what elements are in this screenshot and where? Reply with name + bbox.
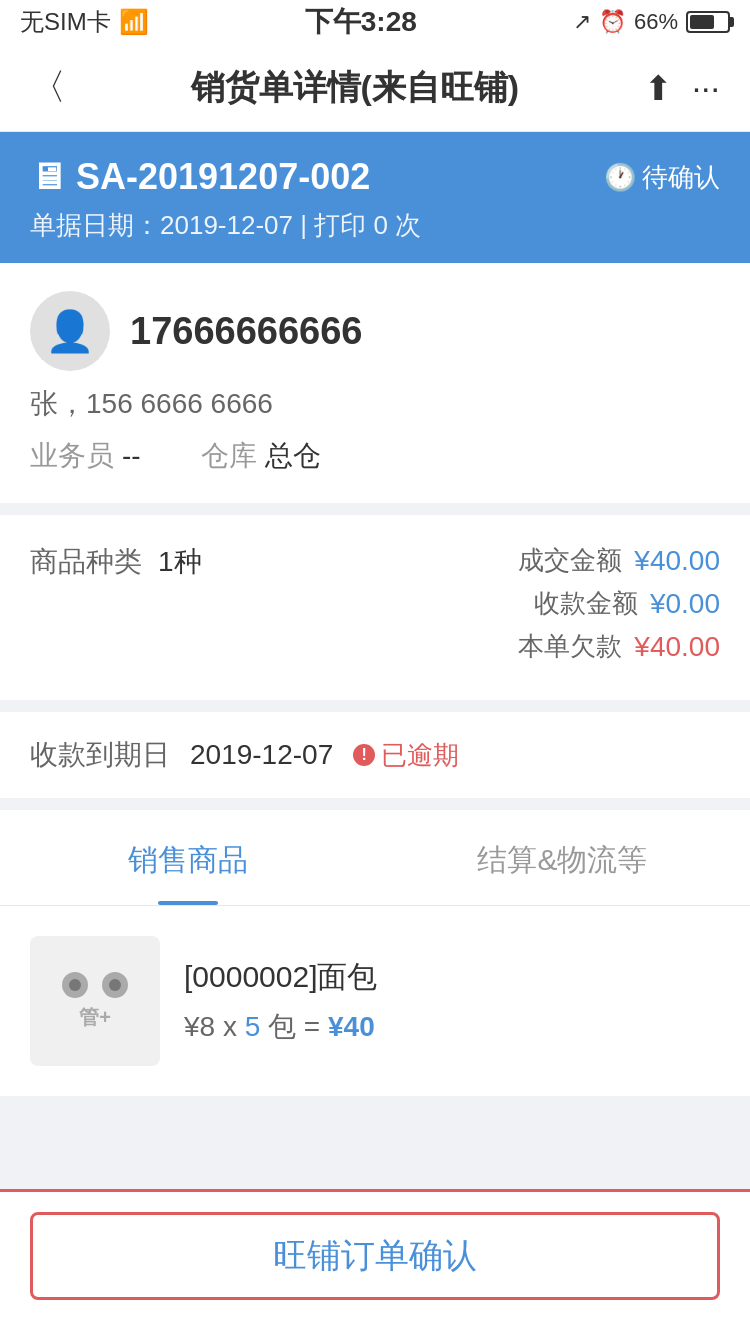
more-button[interactable]: ··· — [692, 68, 720, 107]
confirm-order-button[interactable]: 旺铺订单确认 — [30, 1212, 720, 1300]
status-left: 无SIM卡 📶 — [20, 6, 149, 38]
alarm-icon: ⏰ — [599, 9, 626, 35]
customer-meta: 业务员 -- 仓库 总仓 — [30, 437, 720, 475]
carrier-text: 无SIM卡 — [20, 6, 111, 38]
customer-phone: 17666666666 — [130, 310, 362, 353]
summary-right: 成交金额 ¥40.00 收款金额 ¥0.00 本单欠款 ¥40.00 — [518, 543, 720, 672]
share-button[interactable]: ⬆ — [644, 68, 672, 108]
order-id: 🖥 SA-20191207-002 — [30, 156, 370, 198]
avatar-icon: 👤 — [45, 308, 95, 355]
sales-value: -- — [122, 440, 141, 472]
warehouse-value: 总仓 — [265, 437, 321, 475]
overdue-badge: ! 已逾期 — [353, 738, 459, 773]
product-quantity: 5 — [245, 1011, 261, 1042]
due-date-value: 2019-12-07 — [190, 739, 333, 771]
back-button[interactable]: 〈 — [30, 63, 66, 112]
overdue-icon: ! — [353, 744, 375, 766]
status-clock-icon: 🕐 — [604, 162, 636, 193]
balance-label: 本单欠款 — [518, 629, 622, 664]
order-status: 🕐 待确认 — [604, 160, 720, 195]
page-title: 销货单详情(来自旺铺) — [191, 65, 520, 111]
customer-card: 👤 17666666666 张，156 6666 6666 业务员 -- 仓库 … — [0, 263, 750, 503]
customer-name: 张，156 6666 6666 — [30, 385, 720, 423]
tab-sales[interactable]: 销售商品 — [0, 810, 375, 905]
battery-percent: 66% — [634, 9, 678, 35]
product-unit: 包 — [268, 1011, 296, 1042]
summary-card: 商品种类 1种 成交金额 ¥40.00 收款金额 ¥0.00 本单欠款 ¥40.… — [0, 515, 750, 700]
bottom-bar: 旺铺订单确认 — [0, 1189, 750, 1334]
transaction-label: 成交金额 — [518, 543, 622, 578]
product-item: 管+ [0000002]面包 ¥8 x 5 包 = ¥40 — [0, 906, 750, 1096]
tabs: 销售商品 结算&物流等 — [0, 810, 750, 906]
price-separator: x — [223, 1011, 245, 1042]
product-name: [0000002]面包 — [184, 957, 720, 998]
due-date-card: 收款到期日 2019-12-07 ! 已逾期 — [0, 712, 750, 798]
brand-logo-text: 管+ — [79, 1004, 111, 1031]
warehouse-meta: 仓库 总仓 — [201, 437, 321, 475]
battery-icon — [686, 11, 730, 33]
equals-sign: = — [304, 1011, 328, 1042]
location-icon: ↗ — [573, 9, 591, 35]
wifi-icon: 📶 — [119, 8, 149, 36]
tab-settle[interactable]: 结算&物流等 — [375, 810, 750, 905]
due-date-label: 收款到期日 — [30, 736, 170, 774]
product-total: ¥40 — [328, 1011, 375, 1042]
summary-left: 商品种类 1种 — [30, 543, 202, 585]
product-price: ¥8 x 5 包 = ¥40 — [184, 1008, 720, 1046]
order-header: 🖥 SA-20191207-002 🕐 待确认 单据日期：2019-12-07 … — [0, 132, 750, 263]
transaction-value: ¥40.00 — [634, 545, 720, 577]
sales-label: 业务员 — [30, 437, 114, 475]
order-id-icon: 🖥 — [30, 156, 66, 198]
status-bar: 无SIM卡 📶 下午3:28 ↗ ⏰ 66% — [0, 0, 750, 44]
sales-meta: 业务员 -- — [30, 437, 141, 475]
overdue-label: 已逾期 — [381, 738, 459, 773]
product-list: 管+ [0000002]面包 ¥8 x 5 包 = ¥40 — [0, 906, 750, 1096]
received-value: ¥0.00 — [650, 588, 720, 620]
product-unit-price: ¥8 — [184, 1011, 215, 1042]
product-type-value: 1种 — [158, 543, 202, 581]
avatar: 👤 — [30, 291, 110, 371]
warehouse-label: 仓库 — [201, 437, 257, 475]
order-date: 单据日期：2019-12-07 | 打印 0 次 — [30, 208, 720, 243]
nav-bar: 〈 销货单详情(来自旺铺) ⬆ ··· — [0, 44, 750, 132]
nav-actions: ⬆ ··· — [644, 68, 720, 108]
status-right: ↗ ⏰ 66% — [573, 9, 730, 35]
product-type-label: 商品种类 — [30, 543, 142, 581]
product-info: [0000002]面包 ¥8 x 5 包 = ¥40 — [184, 957, 720, 1046]
received-label: 收款金额 — [534, 586, 638, 621]
status-time: 下午3:28 — [305, 3, 417, 41]
product-thumbnail: 管+ — [30, 936, 160, 1066]
balance-value: ¥40.00 — [634, 631, 720, 663]
